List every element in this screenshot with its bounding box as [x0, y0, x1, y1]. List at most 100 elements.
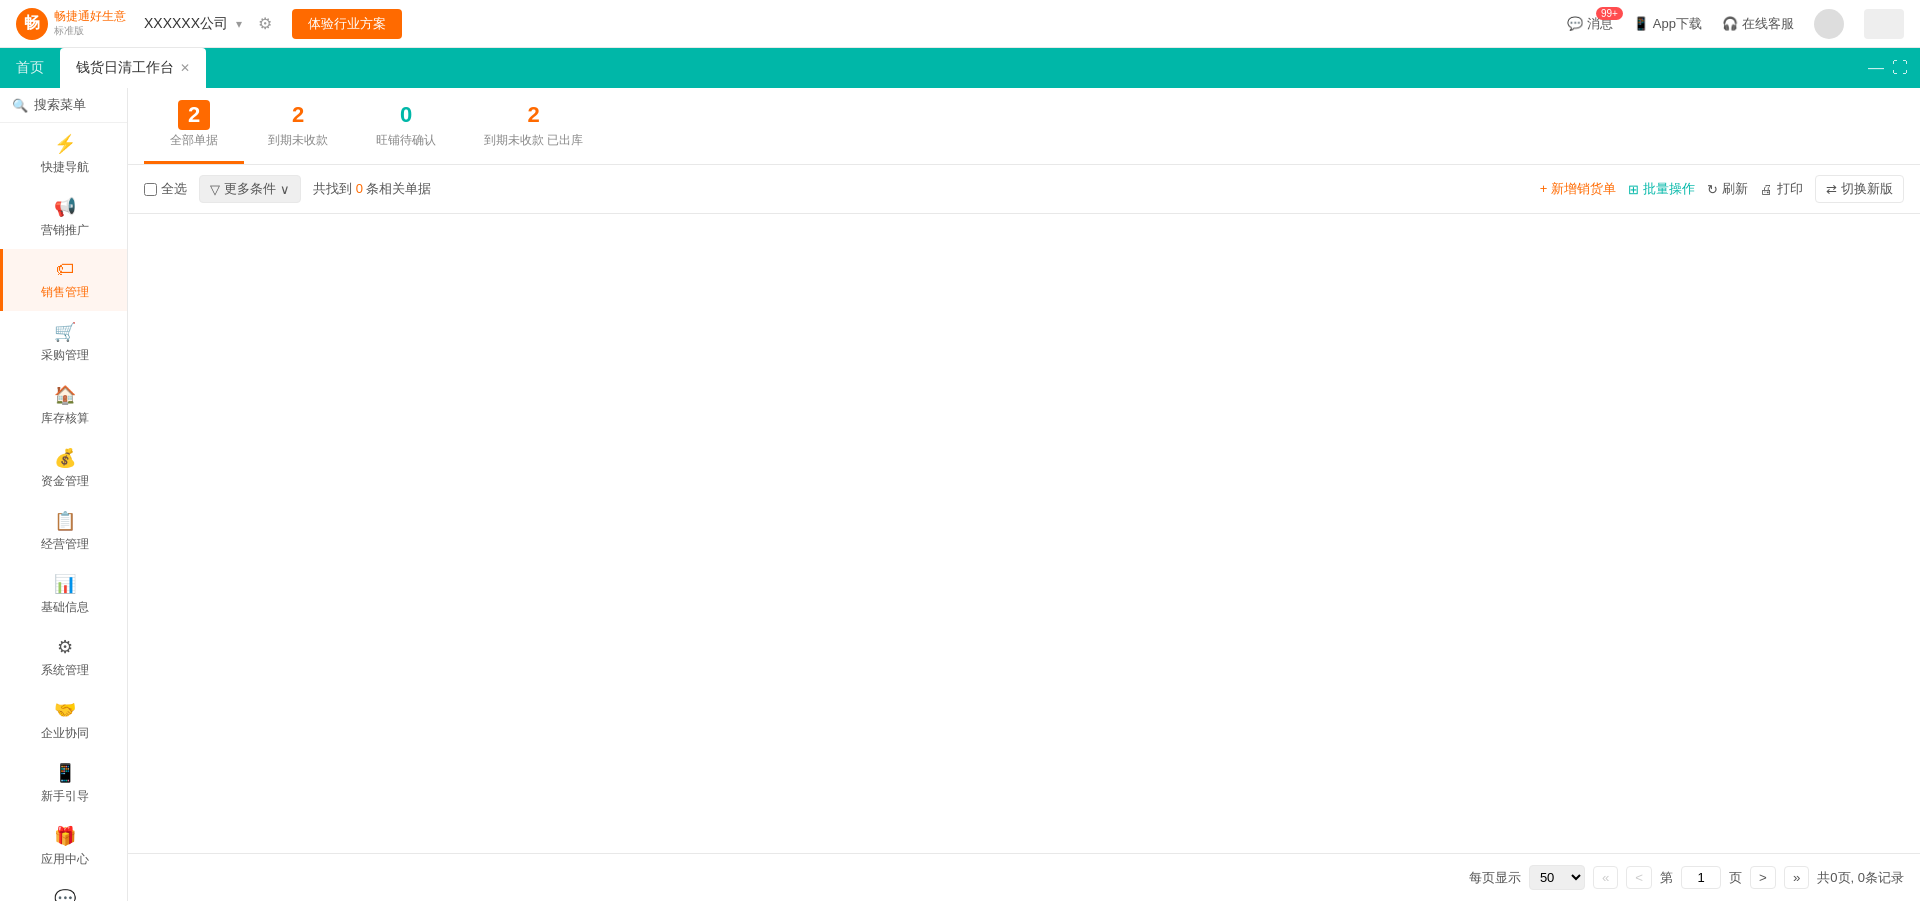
pagination-bar: 每页显示 50 100 200 « < 第 页 > » 共0页, 0条记录 [128, 853, 1920, 901]
app-download-icon: 📱 [1633, 16, 1649, 31]
page-size-select[interactable]: 50 100 200 [1529, 865, 1585, 890]
sales-icon: 🏷 [56, 259, 74, 280]
filter-icon: ▽ [210, 182, 220, 197]
enterprise-icon: 🤝 [54, 699, 76, 721]
sidebar-item-label: 销售管理 [41, 284, 89, 301]
inventory-icon: 🏠 [54, 384, 76, 406]
sidebar-item-system[interactable]: ⚙ 系统管理 [0, 626, 127, 689]
sidebar-item-label: 新手引导 [41, 788, 89, 805]
select-all-label[interactable]: 全选 [144, 180, 187, 198]
batch-label: 批量操作 [1643, 180, 1695, 198]
headset-icon: 🎧 [1722, 16, 1738, 31]
logo-sub: 标准版 [54, 24, 126, 38]
wechat-icon: 💬 [54, 888, 76, 901]
main-layout: 🔍 搜索菜单 ⚡ 快捷导航 📢 营销推广 🏷 销售管理 🛒 采购管理 🏠 库存核… [0, 88, 1920, 901]
stat-number-all: 2 [178, 100, 210, 130]
page-input[interactable] [1681, 866, 1721, 889]
message-icon: 💬 [1567, 16, 1583, 31]
trial-button[interactable]: 体验行业方案 [292, 9, 402, 39]
system-icon: ⚙ [57, 636, 73, 658]
app-download-item[interactable]: 📱 App下载 [1633, 15, 1702, 33]
last-page-button[interactable]: » [1784, 866, 1809, 889]
online-service-label: 在线客服 [1742, 15, 1794, 33]
found-text: 共找到 0 条相关单据 [313, 180, 431, 198]
top-bar: 畅 畅捷通好生意 标准版 XXXXXX公司 ▾ ⚙ 体验行业方案 💬 消息 99… [0, 0, 1920, 48]
sidebar-item-label: 系统管理 [41, 662, 89, 679]
print-button[interactable]: 🖨 打印 [1760, 180, 1803, 198]
sidebar-item-label: 快捷导航 [41, 159, 89, 176]
tab-home[interactable]: 首页 [0, 48, 60, 88]
sidebar-item-label: 资金管理 [41, 473, 89, 490]
company-dropdown-arrow[interactable]: ▾ [236, 17, 242, 31]
found-count: 0 [356, 181, 363, 196]
top-bar-right: 💬 消息 99+ 📱 App下载 🎧 在线客服 [1567, 9, 1904, 39]
switch-version-button[interactable]: ⇄ 切换新版 [1815, 175, 1904, 203]
tab-home-label: 首页 [16, 59, 44, 77]
finance-icon: 💰 [54, 447, 76, 469]
user-name-area[interactable] [1864, 9, 1904, 39]
filter-label: 更多条件 [224, 180, 276, 198]
basic-info-icon: 📊 [54, 573, 76, 595]
stat-label-wangpu: 旺铺待确认 [376, 132, 436, 149]
sidebar-item-wechat[interactable]: 💬 企业微信 [0, 878, 127, 901]
sidebar-item-label: 经营管理 [41, 536, 89, 553]
filter-chevron-icon: ∨ [280, 182, 290, 197]
stat-tab-overdue-out[interactable]: 2 到期未收款 已出库 [460, 88, 607, 164]
page-label: 第 [1660, 869, 1673, 887]
found-suffix: 条相关单据 [366, 181, 431, 196]
stat-tab-wangpu[interactable]: 0 旺铺待确认 [352, 88, 460, 164]
tab-workbench-label: 钱货日清工作台 [76, 59, 174, 77]
prev-page-button[interactable]: < [1626, 866, 1652, 889]
guide-icon: 📱 [54, 762, 76, 784]
tab-close-icon[interactable]: ✕ [180, 61, 190, 75]
refresh-icon: ↻ [1707, 182, 1718, 197]
sidebar-item-purchase[interactable]: 🛒 采购管理 [0, 311, 127, 374]
refresh-button[interactable]: ↻ 刷新 [1707, 180, 1748, 198]
print-label: 打印 [1777, 180, 1803, 198]
sidebar-item-quick-nav[interactable]: ⚡ 快捷导航 [0, 123, 127, 186]
online-service-item[interactable]: 🎧 在线客服 [1722, 15, 1794, 33]
marketing-icon: 📢 [54, 196, 76, 218]
select-all-text: 全选 [161, 180, 187, 198]
print-icon: 🖨 [1760, 182, 1773, 197]
sidebar-item-label: 应用中心 [41, 851, 89, 868]
sidebar-item-label: 营销推广 [41, 222, 89, 239]
tab-workbench[interactable]: 钱货日清工作台 ✕ [60, 48, 206, 88]
sidebar-item-sales[interactable]: 🏷 销售管理 [0, 249, 127, 311]
sidebar-item-guide[interactable]: 📱 新手引导 [0, 752, 127, 815]
stat-tab-overdue[interactable]: 2 到期未收款 [244, 88, 352, 164]
sidebar-item-marketing[interactable]: 📢 营销推广 [0, 186, 127, 249]
batch-op-button[interactable]: ⊞ 批量操作 [1628, 180, 1695, 198]
refresh-label: 刷新 [1722, 180, 1748, 198]
stat-number-overdue-out: 2 [518, 100, 550, 130]
settings-icon[interactable]: ⚙ [258, 14, 272, 33]
sidebar-item-label: 企业协同 [41, 725, 89, 742]
sidebar-item-label: 库存核算 [41, 410, 89, 427]
avatar[interactable] [1814, 9, 1844, 39]
stat-number-wangpu: 0 [390, 100, 422, 130]
logo-name: 畅捷通好生意 [54, 9, 126, 25]
sidebar-item-operations[interactable]: 📋 经营管理 [0, 500, 127, 563]
company-name[interactable]: XXXXXX公司 [144, 15, 228, 33]
sidebar-item-finance[interactable]: 💰 资金管理 [0, 437, 127, 500]
first-page-button[interactable]: « [1593, 866, 1618, 889]
next-page-button[interactable]: > [1750, 866, 1776, 889]
stat-label-overdue: 到期未收款 [268, 132, 328, 149]
sidebar-item-app-center[interactable]: 🎁 应用中心 [0, 815, 127, 878]
app-download-label: App下载 [1653, 15, 1702, 33]
filter-button[interactable]: ▽ 更多条件 ∨ [199, 175, 301, 203]
sidebar-item-inventory[interactable]: 🏠 库存核算 [0, 374, 127, 437]
tab-minimize-icon[interactable]: — [1868, 59, 1884, 77]
select-all-checkbox[interactable] [144, 183, 157, 196]
sidebar-search[interactable]: 🔍 搜索菜单 [0, 88, 127, 123]
message-item[interactable]: 💬 消息 99+ [1567, 15, 1613, 33]
stats-tabs: 2 全部单据 2 到期未收款 0 旺铺待确认 2 到期未收款 已出库 [128, 88, 1920, 165]
tab-maximize-icon[interactable]: ⛶ [1892, 59, 1908, 77]
toolbar: 全选 ▽ 更多条件 ∨ 共找到 0 条相关单据 + 新增销货单 ⊞ 批量操作 ↻ [128, 165, 1920, 214]
sidebar-item-enterprise[interactable]: 🤝 企业协同 [0, 689, 127, 752]
add-order-button[interactable]: + 新增销货单 [1540, 180, 1616, 198]
sidebar-item-basic-info[interactable]: 📊 基础信息 [0, 563, 127, 626]
switch-label: 切换新版 [1841, 180, 1893, 198]
stat-tab-all[interactable]: 2 全部单据 [144, 88, 244, 164]
sidebar: 🔍 搜索菜单 ⚡ 快捷导航 📢 营销推广 🏷 销售管理 🛒 采购管理 🏠 库存核… [0, 88, 128, 901]
